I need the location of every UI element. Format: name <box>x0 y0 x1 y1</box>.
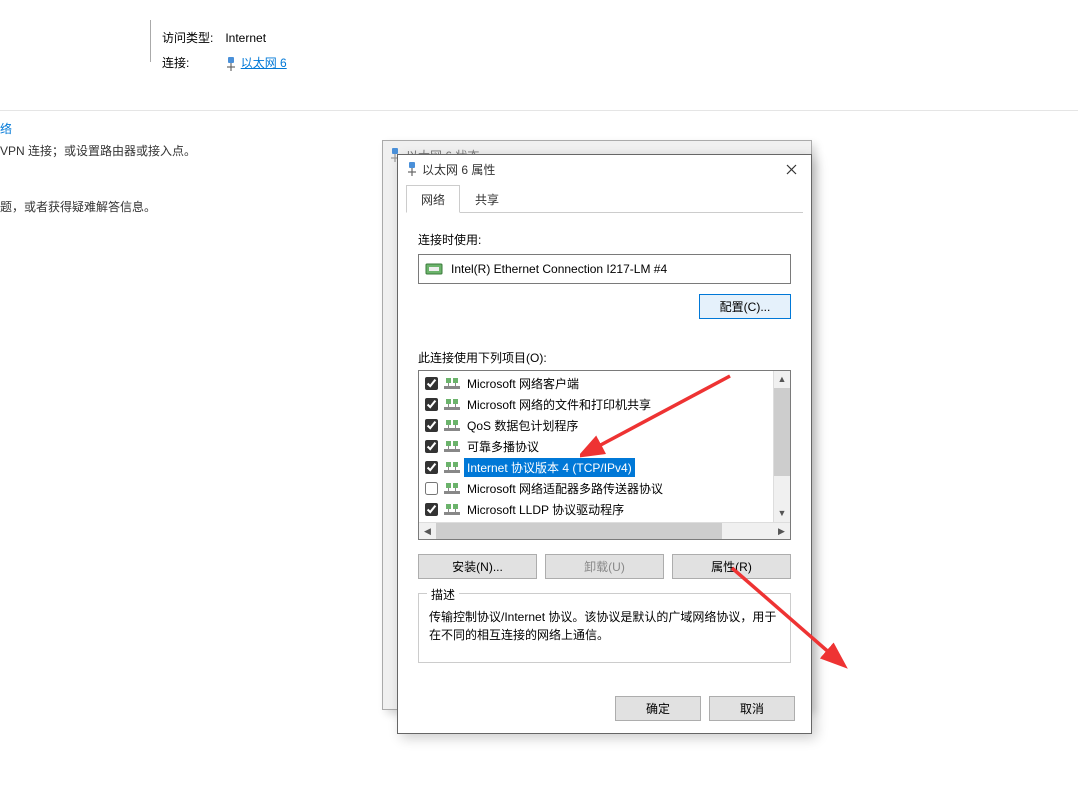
network-component-icon <box>444 419 460 433</box>
description-group: 描述 传输控制协议/Internet 协议。该协议是默认的广域网络协议，用于在不… <box>418 593 791 663</box>
list-item[interactable]: Microsoft 网络的文件和打印机共享 <box>419 394 773 415</box>
network-component-icon <box>444 398 460 412</box>
ethernet-icon <box>225 57 237 71</box>
scroll-down-icon[interactable]: ▼ <box>774 505 790 522</box>
description-legend: 描述 <box>427 586 459 603</box>
item-label: Microsoft 网络客户端 <box>464 374 582 393</box>
network-component-icon <box>444 482 460 496</box>
bg-connection-label: 连接: <box>162 51 223 74</box>
scroll-left-icon[interactable]: ◀ <box>419 526 436 537</box>
item-label: Microsoft LLDP 协议驱动程序 <box>464 500 627 519</box>
item-checkbox[interactable] <box>425 419 438 432</box>
bg-divider-line <box>0 110 1078 111</box>
install-button[interactable]: 安装(N)... <box>418 554 537 579</box>
close-button[interactable] <box>771 155 811 183</box>
items-label: 此连接使用下列项目(O): <box>418 349 791 366</box>
item-label: Internet 协议版本 6 (TCP/IPv6) <box>464 521 635 522</box>
list-item[interactable]: Microsoft 网络客户端 <box>419 373 773 394</box>
list-item[interactable]: QoS 数据包计划程序 <box>419 415 773 436</box>
item-checkbox[interactable] <box>425 503 438 516</box>
network-component-icon <box>444 377 460 391</box>
ok-button[interactable]: 确定 <box>615 696 701 721</box>
tab-sharing[interactable]: 共享 <box>460 185 514 213</box>
item-label: Internet 协议版本 4 (TCP/IPv4) <box>464 458 635 477</box>
network-component-icon <box>444 503 460 517</box>
configure-button[interactable]: 配置(C)... <box>699 294 791 319</box>
connect-using-label: 连接时使用: <box>418 231 791 248</box>
bg-access-type-label: 访问类型: <box>162 26 223 49</box>
scroll-up-icon[interactable]: ▲ <box>774 371 790 388</box>
close-icon <box>786 164 797 175</box>
list-item[interactable]: Microsoft LLDP 协议驱动程序 <box>419 499 773 520</box>
item-checkbox[interactable] <box>425 377 438 390</box>
bg-section-heading: 络 <box>0 120 12 137</box>
item-checkbox[interactable] <box>425 398 438 411</box>
bg-section-text-2: 题，或者获得疑难解答信息。 <box>0 198 156 215</box>
adapter-name: Intel(R) Ethernet Connection I217-LM #4 <box>451 262 667 276</box>
item-checkbox[interactable] <box>425 440 438 453</box>
item-label: QoS 数据包计划程序 <box>464 416 581 435</box>
cancel-button[interactable]: 取消 <box>709 696 795 721</box>
bg-section-text-1: VPN 连接；或设置路由器或接入点。 <box>0 142 196 159</box>
scroll-right-icon[interactable]: ▶ <box>773 526 790 537</box>
description-text: 传输控制协议/Internet 协议。该协议是默认的广域网络协议，用于在不同的相… <box>429 608 780 644</box>
network-component-icon <box>444 440 460 454</box>
dialog-footer: 确定 取消 <box>615 696 795 721</box>
dialog-title: 以太网 6 属性 <box>418 161 771 178</box>
tabs: 网络 共享 <box>406 185 803 213</box>
items-box: Microsoft 网络客户端 Microsoft 网络的文件和打印机共享 QoS … <box>418 370 791 540</box>
items-list[interactable]: Microsoft 网络客户端 Microsoft 网络的文件和打印机共享 QoS … <box>419 371 790 522</box>
list-item[interactable]: Internet 协议版本 6 (TCP/IPv6) <box>419 520 773 522</box>
properties-button[interactable]: 属性(R) <box>672 554 791 579</box>
list-item[interactable]: Microsoft 网络适配器多路传送器协议 <box>419 478 773 499</box>
list-item[interactable]: 可靠多播协议 <box>419 436 773 457</box>
item-checkbox[interactable] <box>425 461 438 474</box>
bg-access-type-value: Internet <box>225 26 296 49</box>
bg-connection-link[interactable]: 以太网 6 <box>241 56 287 70</box>
vertical-scrollbar[interactable]: ▲ ▼ <box>773 371 790 522</box>
item-label: Microsoft 网络适配器多路传送器协议 <box>464 479 666 498</box>
bg-divider <box>150 20 151 62</box>
dialog-titlebar[interactable]: 以太网 6 属性 <box>398 155 811 183</box>
list-item[interactable]: Internet 协议版本 4 (TCP/IPv4) <box>419 457 773 478</box>
adapter-icon <box>425 261 443 277</box>
ethernet-icon <box>406 162 418 176</box>
network-component-icon <box>444 461 460 475</box>
tab-network[interactable]: 网络 <box>406 185 460 213</box>
item-label: Microsoft 网络的文件和打印机共享 <box>464 395 654 414</box>
uninstall-button: 卸载(U) <box>545 554 664 579</box>
horizontal-scrollbar[interactable]: ◀ ▶ <box>419 522 790 539</box>
item-label: 可靠多播协议 <box>464 437 542 456</box>
adapter-box: Intel(R) Ethernet Connection I217-LM #4 <box>418 254 791 284</box>
properties-dialog: 以太网 6 属性 网络 共享 连接时使用: Intel(R) Ethernet … <box>397 154 812 734</box>
bg-connection-info: 访问类型: Internet 连接: 以太网 6 <box>160 24 299 76</box>
item-checkbox[interactable] <box>425 482 438 495</box>
